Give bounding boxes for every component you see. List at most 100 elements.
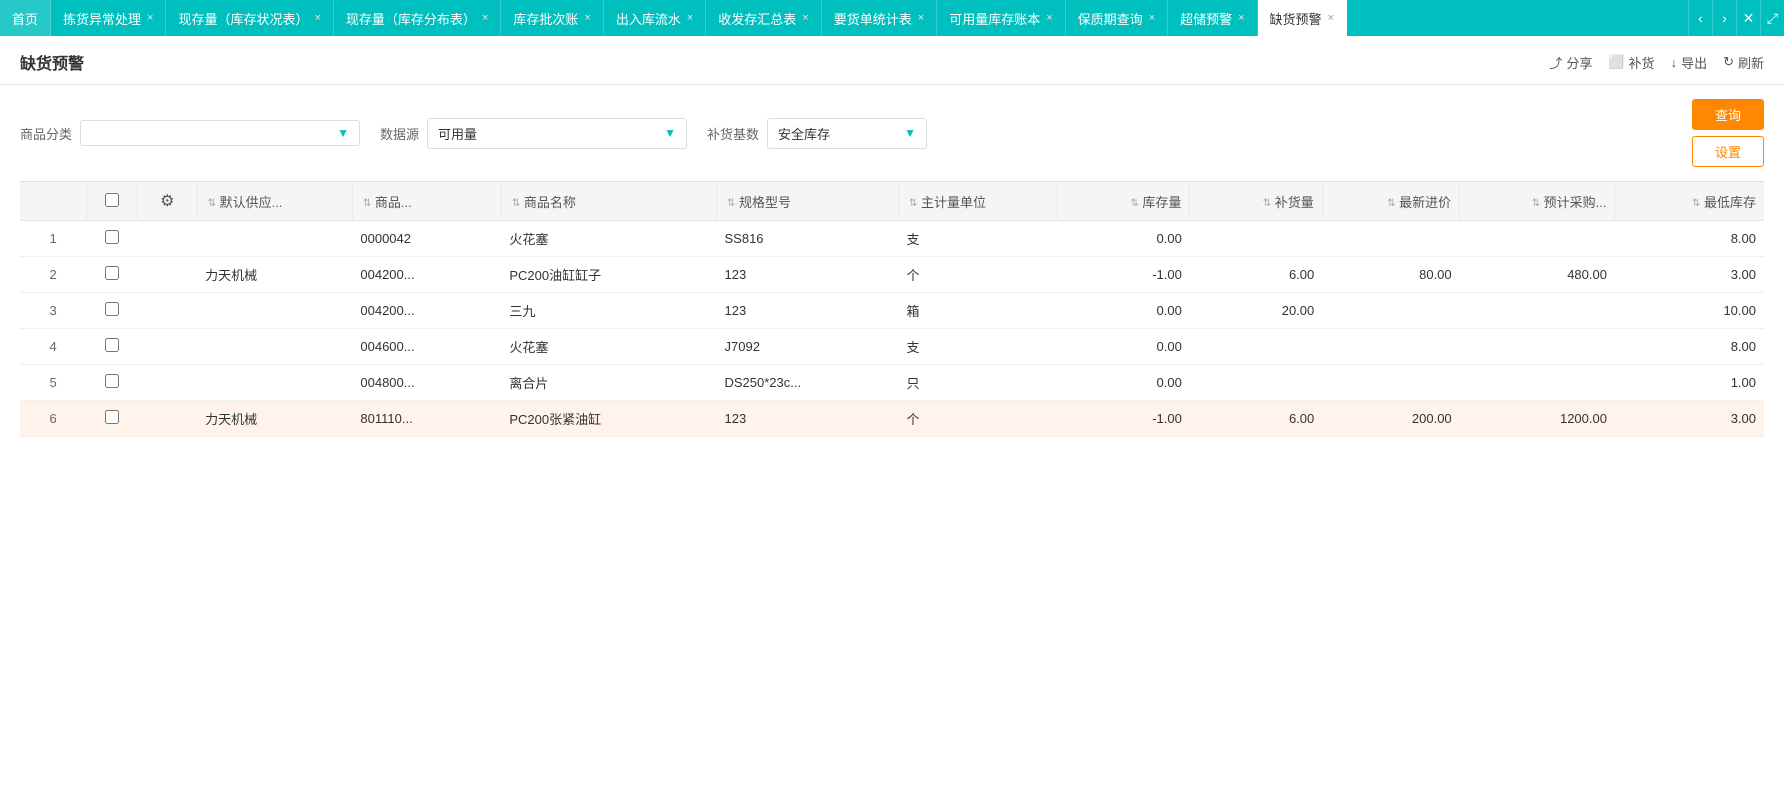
- row-name-3: 火花塞: [501, 329, 716, 365]
- row-name-2: 三九: [501, 293, 716, 329]
- col-header-price[interactable]: ⇅ 最新进价: [1322, 182, 1459, 221]
- row-forecast-5: 1200.00: [1460, 401, 1615, 437]
- tab-close-all-btn[interactable]: ✕: [1736, 0, 1760, 36]
- share-icon: ⤴: [1549, 53, 1562, 72]
- datasource-filter-group: 数据源 可用量 ▼: [380, 118, 687, 149]
- row-spec-4: DS250*23c...: [717, 365, 899, 401]
- tab-close-10[interactable]: ×: [1238, 13, 1244, 24]
- tab-close-8[interactable]: ×: [1046, 13, 1052, 24]
- export-button[interactable]: ↓ 导出: [1671, 53, 1708, 72]
- tab-item-1[interactable]: 拣货异常处理 ×: [51, 0, 166, 36]
- replenish-button[interactable]: ⬜ 补货: [1608, 53, 1654, 72]
- tab-item-2[interactable]: 现存量（库存状况表）×: [166, 0, 333, 36]
- row-num-0: 1: [20, 221, 86, 257]
- tab-item-4[interactable]: 库存批次账×: [501, 0, 603, 36]
- col-header-spec[interactable]: ⇅ 规格型号: [717, 182, 899, 221]
- row-supplier-1: 力天机械: [197, 257, 352, 293]
- replenish-base-value: 安全库存: [778, 124, 830, 143]
- master-checkbox[interactable]: [105, 193, 119, 207]
- row-stock-2: 0.00: [1057, 293, 1189, 329]
- tab-label-6: 收发存汇总表: [718, 9, 796, 28]
- tab-close-9[interactable]: ×: [1149, 13, 1155, 24]
- row-stock-3: 0.00: [1057, 329, 1189, 365]
- row-minstock-3: 8.00: [1615, 329, 1764, 365]
- row-minstock-5: 3.00: [1615, 401, 1764, 437]
- row-num-4: 5: [20, 365, 86, 401]
- row-checkbox-1[interactable]: [105, 266, 119, 280]
- row-gear-4: [138, 365, 198, 401]
- row-check-3[interactable]: [86, 329, 137, 365]
- row-check-5[interactable]: [86, 401, 137, 437]
- row-gear-3: [138, 329, 198, 365]
- tab-label-0: 首页: [12, 9, 38, 28]
- tab-close-2[interactable]: ×: [314, 13, 320, 24]
- tab-close-6[interactable]: ×: [802, 13, 808, 24]
- tab-nav-controls: ‹ › ✕ ⤢: [1688, 0, 1784, 36]
- tab-item-6[interactable]: 收发存汇总表 ×: [706, 0, 821, 36]
- col-header-supplier[interactable]: ⇅ 默认供应...: [197, 182, 352, 221]
- tab-close-3[interactable]: ×: [482, 13, 488, 24]
- col-header-code[interactable]: ⇅ 商品...: [352, 182, 501, 221]
- row-checkbox-0[interactable]: [105, 230, 119, 244]
- col-header-check[interactable]: [86, 182, 137, 221]
- row-spec-2: 123: [717, 293, 899, 329]
- tab-expand-btn[interactable]: ⤢: [1760, 0, 1784, 36]
- tab-label-1: 拣货异常处理: [63, 9, 141, 28]
- tab-item-9[interactable]: 保质期查询×: [1066, 0, 1168, 36]
- tab-item-0[interactable]: 首页: [0, 0, 51, 36]
- share-button[interactable]: ⤴ 分享: [1549, 53, 1592, 72]
- query-button[interactable]: 查询: [1692, 99, 1764, 130]
- table-row: 6力天机械801110...PC200张紧油缸123个-1.006.00200.…: [20, 401, 1764, 437]
- col-header-stock[interactable]: ⇅ 库存量: [1057, 182, 1189, 221]
- refresh-button[interactable]: ↻ 刷新: [1723, 53, 1764, 72]
- col-minstock-sort-icon: ⇅: [1692, 198, 1700, 209]
- tab-close-7[interactable]: ×: [918, 13, 924, 24]
- row-checkbox-3[interactable]: [105, 338, 119, 352]
- col-header-minstock[interactable]: ⇅ 最低库存: [1615, 182, 1764, 221]
- category-select[interactable]: ▼: [80, 120, 360, 146]
- row-replenish-4: [1190, 365, 1322, 401]
- row-unit-1: 个: [899, 257, 1058, 293]
- col-header-name[interactable]: ⇅ 商品名称: [501, 182, 716, 221]
- row-price-3: [1322, 329, 1459, 365]
- tab-close-5[interactable]: ×: [687, 13, 693, 24]
- col-header-forecast[interactable]: ⇅ 预计采购...: [1460, 182, 1615, 221]
- row-check-2[interactable]: [86, 293, 137, 329]
- tab-label-8: 可用量库存账本: [949, 9, 1040, 28]
- tab-label-5: 出入库流水: [616, 9, 681, 28]
- row-checkbox-5[interactable]: [105, 410, 119, 424]
- tab-close-4[interactable]: ×: [584, 13, 590, 24]
- tab-prev-btn[interactable]: ‹: [1688, 0, 1712, 36]
- row-check-0[interactable]: [86, 221, 137, 257]
- query-section: 查询 设置: [1692, 99, 1764, 167]
- gear-icon[interactable]: ⚙: [160, 193, 174, 210]
- row-code-1: 004200...: [352, 257, 501, 293]
- row-check-1[interactable]: [86, 257, 137, 293]
- tab-item-3[interactable]: 现存量（库存分布表）×: [334, 0, 501, 36]
- refresh-icon: ↻: [1723, 54, 1734, 70]
- tab-close-1[interactable]: ×: [147, 13, 153, 24]
- row-checkbox-4[interactable]: [105, 374, 119, 388]
- datasource-select[interactable]: 可用量 ▼: [427, 118, 687, 149]
- settings-button[interactable]: 设置: [1692, 136, 1764, 167]
- row-price-5: 200.00: [1322, 401, 1459, 437]
- row-check-4[interactable]: [86, 365, 137, 401]
- tab-item-10[interactable]: 超储预警×: [1168, 0, 1257, 36]
- col-header-replenish[interactable]: ⇅ 补货量: [1190, 182, 1322, 221]
- tab-item-8[interactable]: 可用量库存账本 ×: [937, 0, 1065, 36]
- row-replenish-3: [1190, 329, 1322, 365]
- col-header-gear[interactable]: ⚙: [138, 182, 198, 221]
- col-stock-sort-icon: ⇅: [1130, 198, 1138, 209]
- tab-label-11: 缺货预警: [1270, 9, 1322, 28]
- tab-close-11[interactable]: ×: [1328, 13, 1334, 24]
- tab-item-5[interactable]: 出入库流水 ×: [604, 0, 706, 36]
- row-checkbox-2[interactable]: [105, 302, 119, 316]
- tab-next-btn[interactable]: ›: [1712, 0, 1736, 36]
- col-header-unit[interactable]: ⇅ 主计量单位: [899, 182, 1058, 221]
- replenish-icon: ⬜: [1608, 54, 1624, 70]
- tab-item-11[interactable]: 缺货预警 ×: [1258, 0, 1347, 36]
- row-gear-1: [138, 257, 198, 293]
- tab-item-7[interactable]: 要货单统计表×: [822, 0, 937, 36]
- replenish-base-select[interactable]: 安全库存 ▼: [767, 118, 927, 149]
- row-unit-0: 支: [899, 221, 1058, 257]
